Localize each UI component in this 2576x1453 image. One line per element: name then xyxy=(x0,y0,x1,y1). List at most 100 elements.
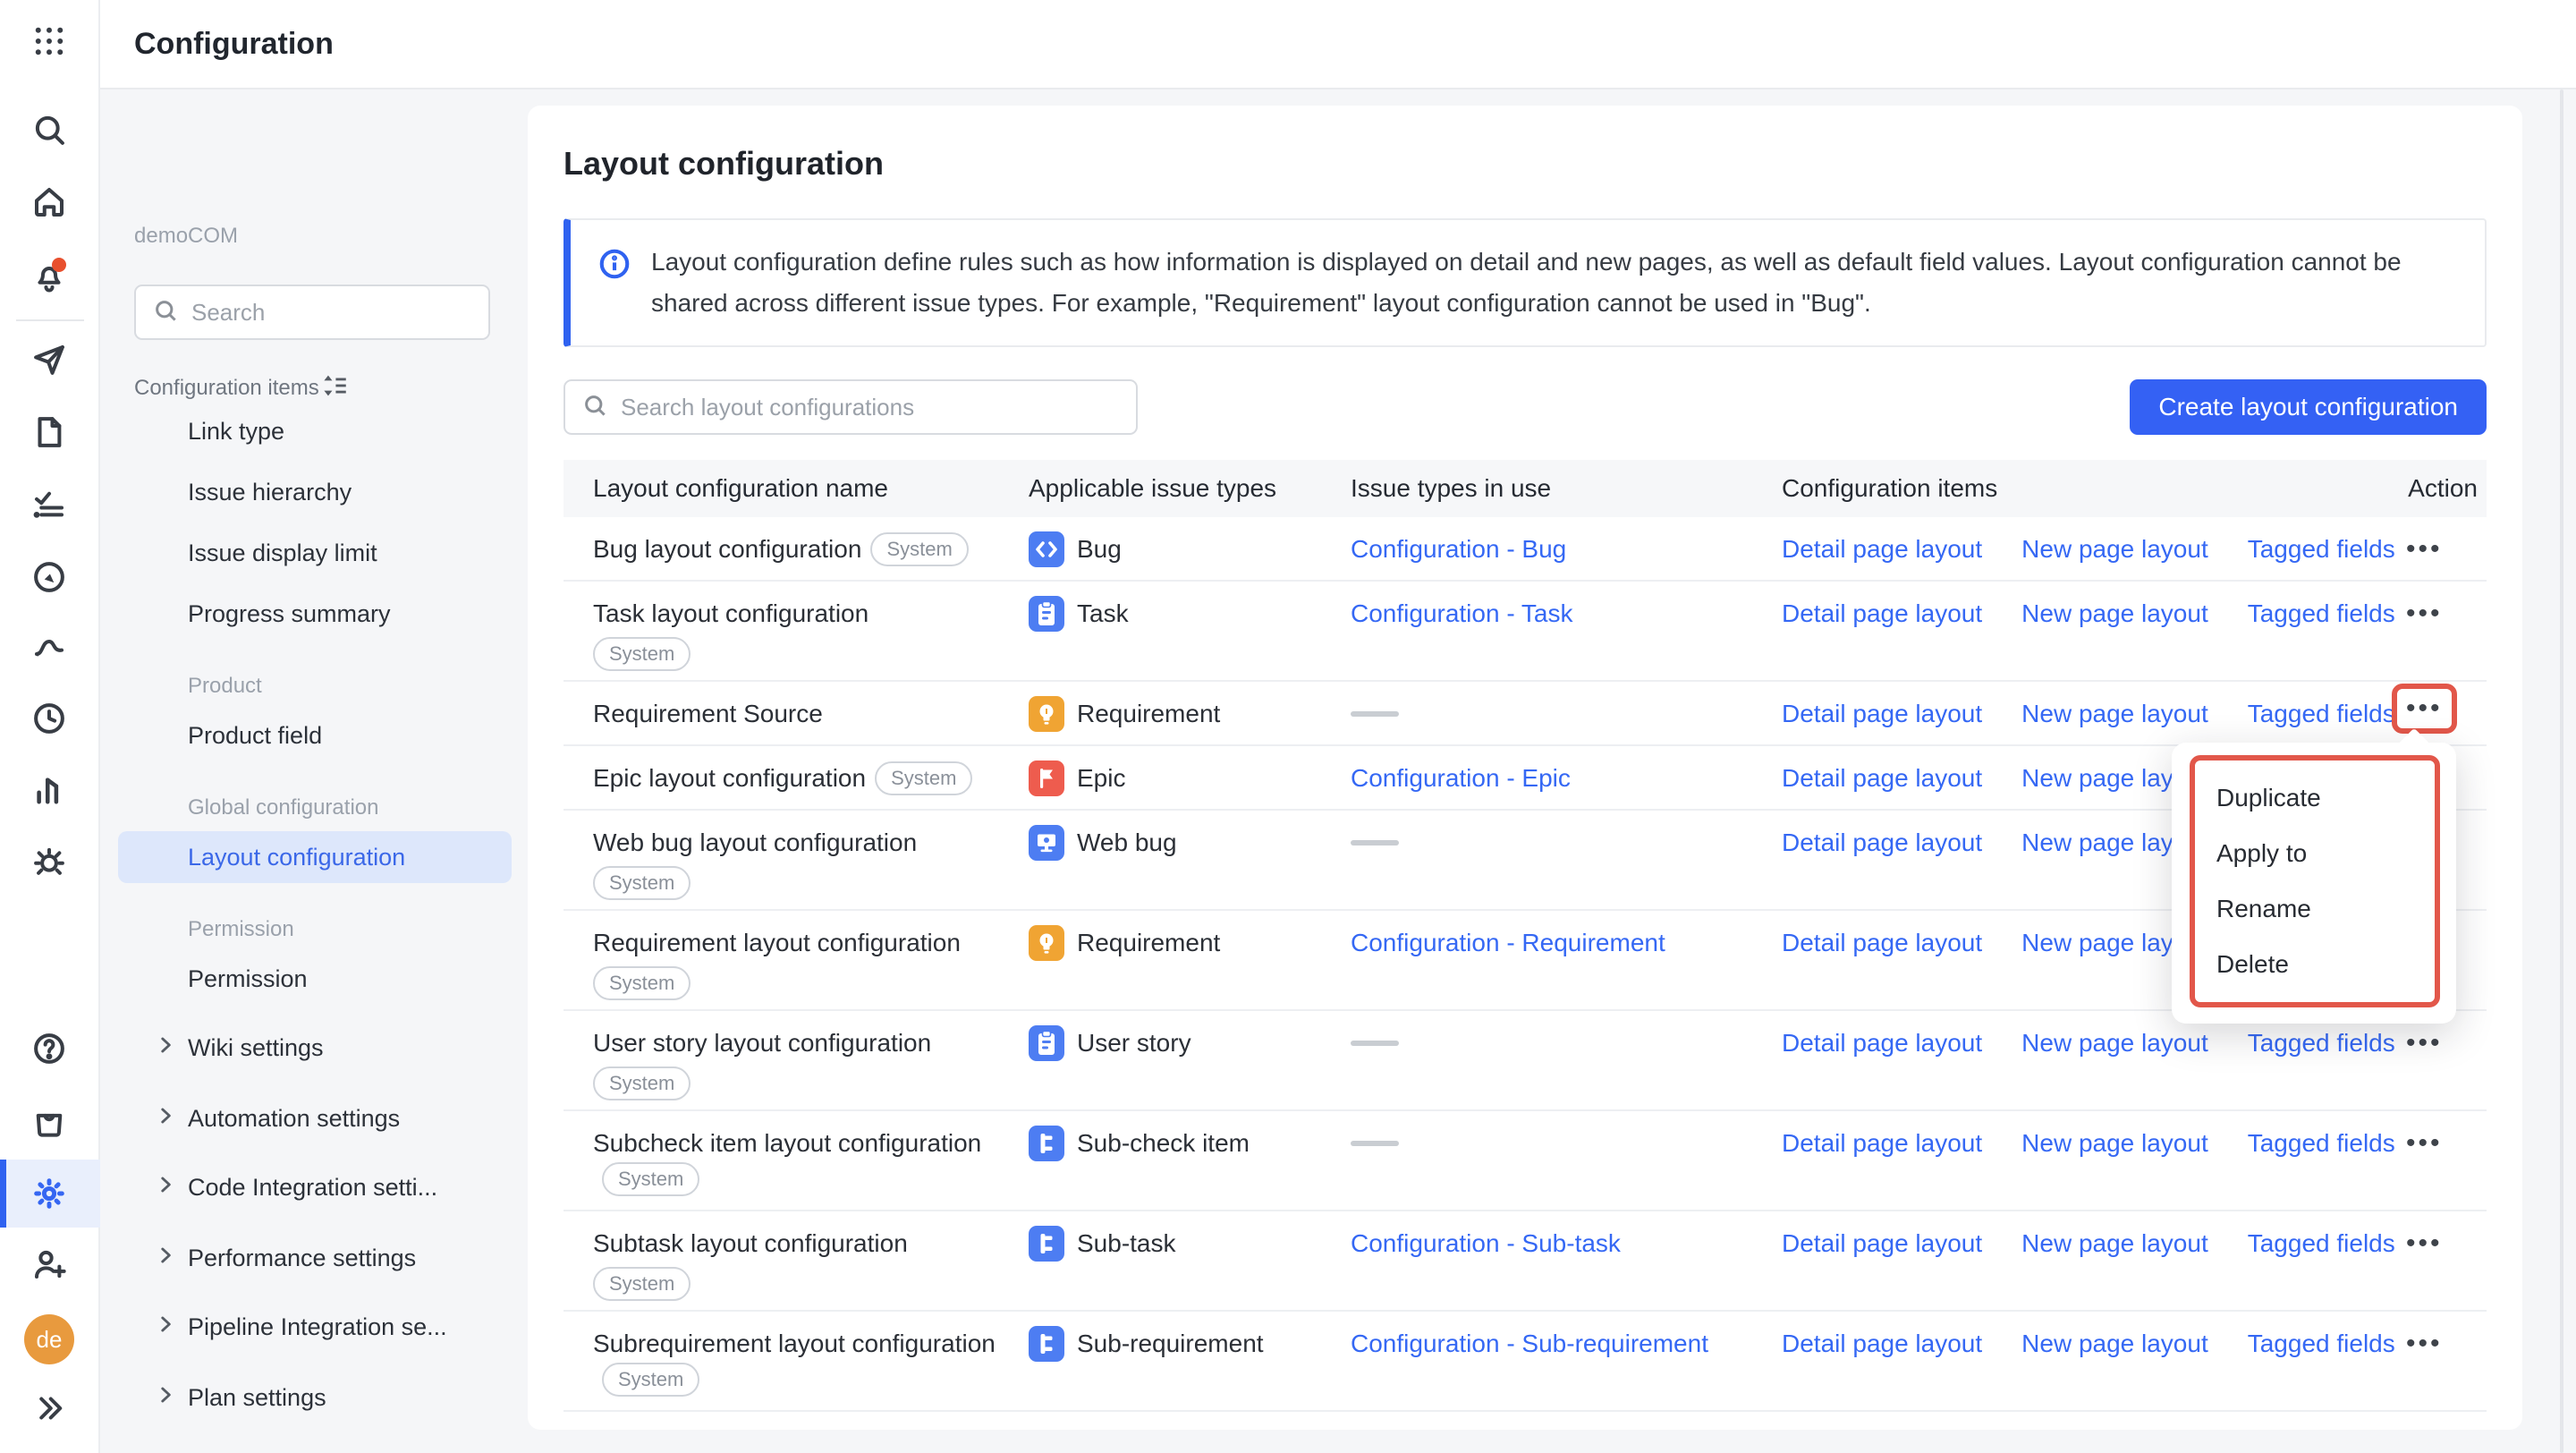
task-icon xyxy=(1029,1025,1064,1061)
workflow-icon[interactable] xyxy=(24,623,74,673)
sidebar-item-automation-settings[interactable]: Automation settings xyxy=(154,1092,512,1144)
row-more-actions-button[interactable]: ••• xyxy=(2406,534,2443,564)
top-bar: Configuration xyxy=(100,0,2576,89)
cell-name: Bug layout configuration System xyxy=(564,517,1029,580)
scrollbar[interactable] xyxy=(2560,89,2563,1453)
menu-item-rename[interactable]: Rename xyxy=(2195,891,2435,927)
help-icon[interactable] xyxy=(24,1024,74,1074)
settings-icon[interactable] xyxy=(24,1168,74,1219)
menu-item-apply-to[interactable]: Apply to xyxy=(2195,836,2435,871)
bug-gear-icon[interactable] xyxy=(24,837,74,887)
menu-item-duplicate[interactable]: Duplicate xyxy=(2195,780,2435,816)
sidebar-item-testcase-settings[interactable]: TestCase settings xyxy=(154,1440,512,1453)
issue-type-in-use-link[interactable]: Configuration - Task xyxy=(1351,599,1573,627)
cell-in-use xyxy=(1351,1111,1782,1210)
task-list-icon[interactable] xyxy=(24,480,74,530)
sidebar-item-product-field[interactable]: Product field xyxy=(188,710,512,761)
config-item-link-tagged-fields[interactable]: Tagged fields xyxy=(2248,1126,2395,1210)
layout-configuration-name: User story layout configuration xyxy=(593,1029,932,1057)
layout-configuration-name: Task layout configuration xyxy=(593,599,869,627)
sort-filter-icon[interactable] xyxy=(319,370,373,407)
toolbar: Create layout configuration xyxy=(564,379,2487,435)
sidebar-search[interactable] xyxy=(134,285,493,340)
sidebar-search-input[interactable] xyxy=(190,297,493,327)
marketplace-icon[interactable] xyxy=(24,1096,74,1146)
row-more-actions-button[interactable]: ••• xyxy=(2406,1329,2443,1358)
table-row: Task layout configuration System Task Con… xyxy=(564,582,2487,682)
report-icon[interactable] xyxy=(24,766,74,816)
config-item-link-detail-page-layout[interactable]: Detail page layout xyxy=(1782,596,1982,680)
row-more-actions-button[interactable]: ••• xyxy=(2406,1128,2443,1158)
avatar[interactable]: de xyxy=(24,1314,74,1364)
config-item-link-new-page-layout[interactable]: New page layout xyxy=(2021,1226,2208,1310)
config-item-link-tagged-fields[interactable]: Tagged fields xyxy=(2248,531,2395,580)
sidebar-item-plan-settings[interactable]: Plan settings xyxy=(154,1372,512,1423)
config-item-link-detail-page-layout[interactable]: Detail page layout xyxy=(1782,696,1982,744)
document-icon[interactable] xyxy=(24,407,74,457)
sidebar-item-layout-configuration[interactable]: Layout configuration xyxy=(118,831,512,883)
home-icon[interactable] xyxy=(24,177,74,227)
config-item-link-new-page-layout[interactable]: New page layout xyxy=(2021,1326,2208,1410)
config-item-link-tagged-fields[interactable]: Tagged fields xyxy=(2248,1025,2395,1109)
config-item-link-tagged-fields[interactable]: Tagged fields xyxy=(2248,1226,2395,1310)
cell-applicable-type: Requirement xyxy=(1029,682,1351,744)
collapse-icon[interactable] xyxy=(24,1383,74,1433)
sidebar-item-wiki-settings[interactable]: Wiki settings xyxy=(154,1022,512,1074)
cell-config-items: Detail page layout New page layout Tagged … xyxy=(1782,1111,2395,1210)
row-more-actions-button[interactable]: ••• xyxy=(2406,1028,2443,1058)
chevron-right-icon xyxy=(154,1383,177,1413)
issue-type-in-use-link[interactable]: Configuration - Sub-task xyxy=(1351,1229,1621,1257)
cell-name: Requirement layout configuration System xyxy=(564,911,1029,1009)
config-item-link-new-page-layout[interactable]: New page layout xyxy=(2021,1025,2208,1109)
menu-item-delete[interactable]: Delete xyxy=(2195,947,2435,982)
row-more-actions-button[interactable]: ••• xyxy=(2406,1228,2443,1258)
sidebar-item-pipeline-integration-se[interactable]: Pipeline Integration se... xyxy=(154,1301,512,1353)
cell-name: Task layout configuration System xyxy=(564,582,1029,680)
config-item-link-detail-page-layout[interactable]: Detail page layout xyxy=(1782,1025,1982,1109)
row-more-actions-button[interactable]: ••• xyxy=(2406,693,2443,723)
add-member-icon[interactable] xyxy=(24,1239,74,1289)
config-item-link-new-page-layout[interactable]: New page layout xyxy=(2021,531,2208,580)
empty-value-dash xyxy=(1351,1041,1399,1046)
table-search[interactable] xyxy=(564,379,1138,435)
issue-type-in-use-link[interactable]: Configuration - Epic xyxy=(1351,764,1571,792)
issue-type-in-use-link[interactable]: Configuration - Requirement xyxy=(1351,929,1665,956)
send-icon[interactable] xyxy=(24,335,74,385)
config-item-link-new-page-layout[interactable]: New page layout xyxy=(2021,596,2208,680)
search-icon[interactable] xyxy=(24,105,74,155)
notifications-icon[interactable] xyxy=(24,250,74,300)
sidebar-item-performance-settings[interactable]: Performance settings xyxy=(154,1232,512,1284)
create-layout-configuration-button[interactable]: Create layout configuration xyxy=(2130,379,2487,435)
config-item-link-detail-page-layout[interactable]: Detail page layout xyxy=(1782,825,1982,909)
table-row: Subcheck item layout configurationSystem… xyxy=(564,1111,2487,1211)
row-more-actions-button[interactable]: ••• xyxy=(2406,599,2443,628)
config-item-link-new-page-layout[interactable]: New page layout xyxy=(2021,696,2208,744)
config-item-link-detail-page-layout[interactable]: Detail page layout xyxy=(1782,760,1982,809)
cell-name: User story layout configuration System xyxy=(564,1011,1029,1109)
sidebar-item-issue-display-limit[interactable]: Issue display limit xyxy=(188,527,512,579)
clock-icon[interactable] xyxy=(24,693,74,743)
sidebar-item-permission[interactable]: Permission xyxy=(188,953,512,1005)
config-item-link-detail-page-layout[interactable]: Detail page layout xyxy=(1782,1326,1982,1410)
apps-grid-icon-glyph xyxy=(30,22,68,60)
config-item-link-detail-page-layout[interactable]: Detail page layout xyxy=(1782,1226,1982,1310)
config-item-link-tagged-fields[interactable]: Tagged fields xyxy=(2248,596,2395,680)
apps-grid-icon[interactable] xyxy=(24,16,74,66)
config-item-link-detail-page-layout[interactable]: Detail page layout xyxy=(1782,1126,1982,1210)
sidebar-item-progress-summary[interactable]: Progress summary xyxy=(188,588,512,640)
config-item-link-new-page-layout[interactable]: New page layout xyxy=(2021,1126,2208,1210)
target-icon[interactable] xyxy=(24,552,74,602)
issue-type-in-use-link[interactable]: Configuration - Sub-requirement xyxy=(1351,1330,1708,1357)
notifications-icon-glyph xyxy=(30,256,68,293)
config-item-link-detail-page-layout[interactable]: Detail page layout xyxy=(1782,925,1982,1009)
layout-config-search-input[interactable] xyxy=(619,392,1120,422)
config-item-link-tagged-fields[interactable]: Tagged fields xyxy=(2248,1326,2395,1410)
sidebar-item-code-integration-setti[interactable]: Code Integration setti... xyxy=(154,1161,512,1213)
issue-type-in-use-link[interactable]: Configuration - Bug xyxy=(1351,535,1566,563)
sidebar-item-link-type[interactable]: Link type xyxy=(188,405,512,457)
sidebar-item-issue-hierarchy[interactable]: Issue hierarchy xyxy=(188,466,512,518)
cell-in-use xyxy=(1351,811,1782,909)
config-item-link-detail-page-layout[interactable]: Detail page layout xyxy=(1782,531,1982,580)
config-item-link-tagged-fields[interactable]: Tagged fields xyxy=(2248,696,2395,744)
empty-value-dash xyxy=(1351,840,1399,845)
